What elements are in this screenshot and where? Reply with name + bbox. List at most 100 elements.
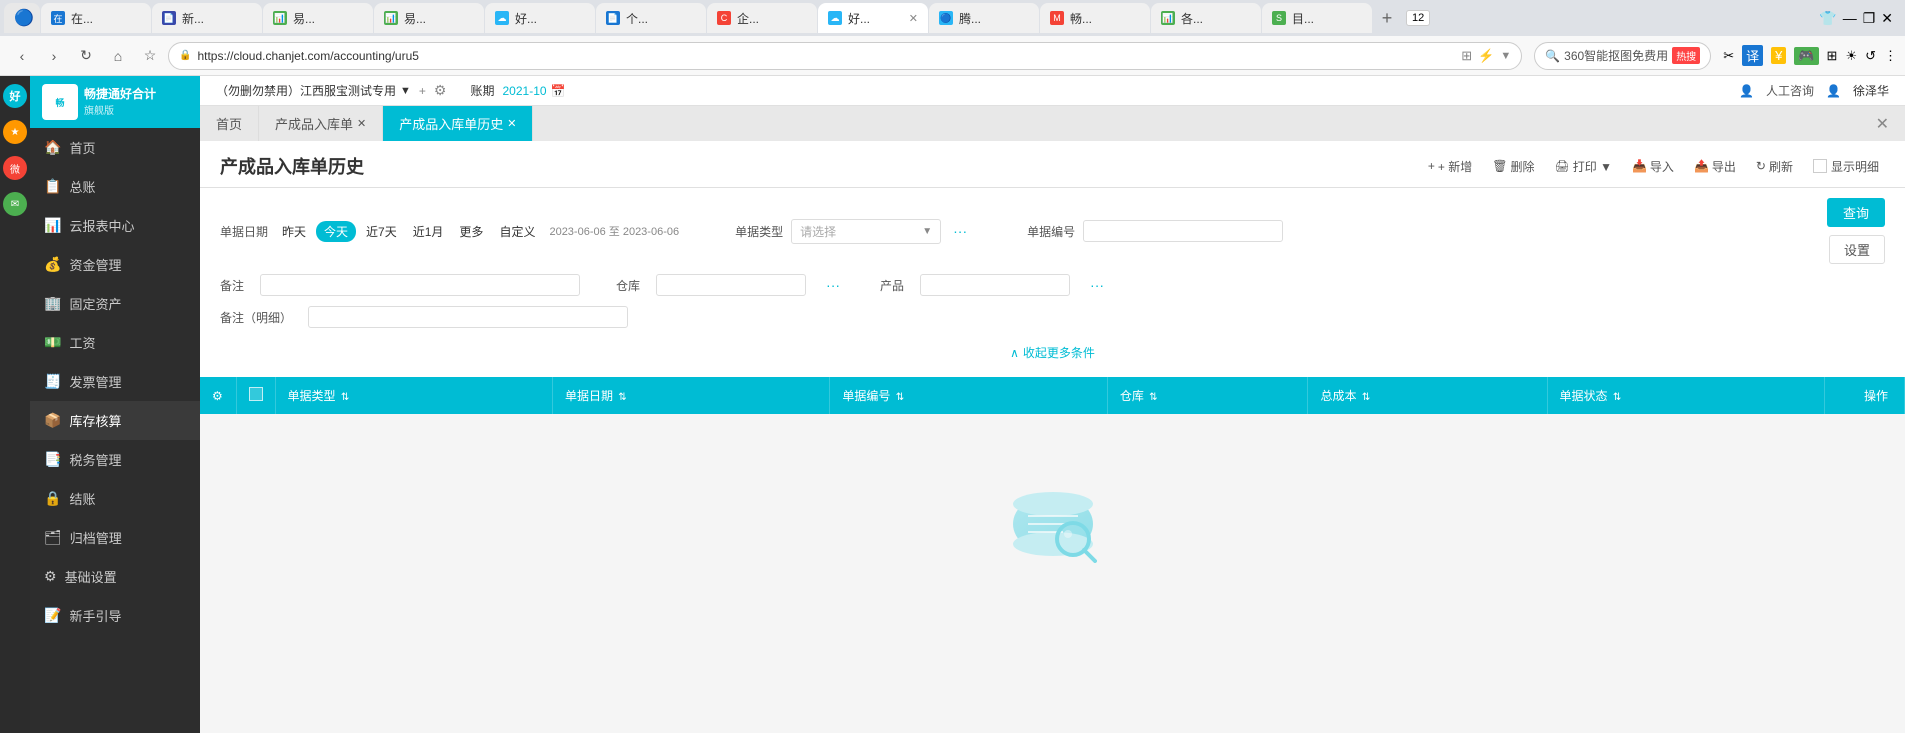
warehouse-filter-input[interactable] (656, 274, 806, 296)
action-show-detail[interactable]: 显示明细 (1807, 155, 1885, 178)
th-settings[interactable]: ⚙ (200, 377, 236, 414)
window-minimize[interactable]: — (1843, 10, 1857, 26)
more-icon[interactable]: ⋮ (1884, 48, 1897, 64)
tab-10[interactable]: M 畅... (1040, 3, 1150, 33)
scissors-icon[interactable]: ✂ (1723, 48, 1734, 64)
tab-4[interactable]: 📊 易... (374, 3, 484, 33)
sidebar-item-inventory[interactable]: 📦 库存核算 (30, 401, 200, 440)
company-selector[interactable]: （勿删勿禁用）江西服宝测试专用 ▼ (216, 82, 411, 99)
sidebar-item-invoice[interactable]: 🧾 发票管理 (30, 362, 200, 401)
action-refresh[interactable]: ↻ 刷新 (1750, 155, 1799, 178)
tab-3[interactable]: 📊 易... (263, 3, 373, 33)
chevron-down-icon[interactable]: ▼ (1500, 50, 1511, 62)
home-button[interactable]: ⌂ (104, 42, 132, 70)
type-filter-select[interactable]: 请选择 ▼ (791, 219, 941, 244)
date-more[interactable]: 更多 (453, 221, 489, 242)
note-filter-input[interactable] (260, 274, 580, 296)
human-service-label[interactable]: 人工咨询 (1766, 82, 1814, 99)
action-add[interactable]: + + 新增 (1422, 155, 1478, 178)
note-detail-filter-input[interactable] (308, 306, 628, 328)
date-custom[interactable]: 自定义 (493, 221, 541, 242)
date-yesterday[interactable]: 昨天 (276, 221, 312, 242)
tab-7[interactable]: C 企... (707, 3, 817, 33)
action-import[interactable]: 📥 导入 (1626, 155, 1680, 178)
checkbox-all[interactable] (249, 387, 263, 401)
tab-2[interactable]: 📄 新... (152, 3, 262, 33)
panel-close-btn[interactable]: ✕ (1860, 114, 1905, 134)
flash-icon[interactable]: ⚡ (1478, 48, 1494, 64)
action-delete[interactable]: 🗑 删除 (1486, 155, 1540, 178)
currency-icon[interactable]: ¥ (1771, 47, 1786, 64)
number-filter-input[interactable] (1083, 220, 1283, 242)
sync-icon[interactable]: ↺ (1865, 48, 1876, 64)
calendar-icon[interactable]: 📅 (551, 84, 566, 98)
grid-icon[interactable]: ⊞ (1461, 48, 1472, 64)
address-bar[interactable]: 🔒 https://cloud.chanjet.com/accounting/u… (168, 42, 1522, 70)
th-checkbox[interactable] (236, 377, 275, 414)
th-status[interactable]: 单据状态 ⇅ (1547, 377, 1824, 414)
tab-12[interactable]: S 目... (1262, 3, 1372, 33)
reload-button[interactable]: ↻ (72, 42, 100, 70)
page-tab-home[interactable]: 首页 (200, 106, 259, 141)
forward-button[interactable]: › (40, 42, 68, 70)
window-close[interactable]: ✕ (1881, 10, 1893, 27)
page-tab-list[interactable]: 产成品入库单 ✕ (259, 106, 383, 141)
app-icon-star[interactable]: ★ (3, 120, 27, 144)
th-number[interactable]: 单据编号 ⇅ (830, 377, 1107, 414)
tab-8-close[interactable]: ✕ (909, 12, 918, 25)
theme-icon[interactable]: ☀ (1845, 48, 1857, 64)
th-type[interactable]: 单据类型 ⇅ (275, 377, 552, 414)
period-selector[interactable]: 账期 2021-10 📅 (470, 82, 565, 99)
checkbox-display-box[interactable] (1813, 159, 1827, 173)
game-icon[interactable]: 🎮 (1794, 47, 1818, 65)
th-date[interactable]: 单据日期 ⇅ (552, 377, 829, 414)
sidebar-item-finance[interactable]: 💰 资金管理 (30, 245, 200, 284)
grid-apps-icon[interactable]: ⊞ (1827, 48, 1838, 64)
th-warehouse[interactable]: 仓库 ⇅ (1107, 377, 1308, 414)
action-export[interactable]: 📤 导出 (1688, 155, 1742, 178)
date-1month[interactable]: 近1月 (407, 221, 450, 242)
tab-count[interactable]: 12 (1406, 10, 1430, 26)
add-company-btn[interactable]: + (419, 84, 426, 98)
sidebar-item-assets[interactable]: 🏢 固定资产 (30, 284, 200, 323)
sidebar-item-settings[interactable]: ⚙ 基础设置 (30, 557, 200, 596)
bookmark-button[interactable]: ☆ (136, 42, 164, 70)
search-bar[interactable]: 🔍 360智能抠图免费用 热搜 (1534, 42, 1711, 70)
warehouse-dots-btn[interactable]: ··· (822, 277, 844, 293)
sidebar-item-tax[interactable]: 📑 税务管理 (30, 440, 200, 479)
sidebar-item-reports[interactable]: 📊 云报表中心 (30, 206, 200, 245)
tab-11[interactable]: 📊 各... (1151, 3, 1261, 33)
browser-back-tab[interactable]: 🔵 (4, 3, 40, 33)
set-button[interactable]: 设置 (1829, 235, 1885, 264)
app-icon-main[interactable]: 好 (3, 84, 27, 108)
date-today[interactable]: 今天 (316, 221, 356, 242)
back-button[interactable]: ‹ (8, 42, 36, 70)
tab-5[interactable]: ☁ 好... (485, 3, 595, 33)
sidebar-item-archive[interactable]: 🗂 归档管理 (30, 518, 200, 557)
product-dots-btn[interactable]: ··· (1086, 277, 1108, 293)
sidebar-item-payroll[interactable]: 💵 工资 (30, 323, 200, 362)
collapse-btn[interactable]: ∧ 收起更多条件 (220, 338, 1885, 367)
settings-col-icon[interactable]: ⚙ (212, 389, 223, 403)
tab-9[interactable]: 🔵 腾... (929, 3, 1039, 33)
tab-6[interactable]: 📄 个... (596, 3, 706, 33)
page-tab-list-close[interactable]: ✕ (357, 117, 366, 130)
page-tab-history-close[interactable]: ✕ (507, 117, 516, 130)
action-print[interactable]: 🖨 打印 ▼ (1549, 155, 1618, 178)
app-icon-weibo[interactable]: 微 (3, 156, 27, 180)
sidebar-item-closing[interactable]: 🔒 结账 (30, 479, 200, 518)
query-button[interactable]: 查询 (1827, 198, 1885, 227)
tab-1[interactable]: 在 在... (41, 3, 151, 33)
type-dots-btn[interactable]: ··· (949, 223, 971, 239)
date-7days[interactable]: 近7天 (360, 221, 403, 242)
sidebar-item-home[interactable]: 🏠 首页 (30, 128, 200, 167)
tab-8[interactable]: ☁ 好... ✕ (818, 3, 928, 33)
th-total-cost[interactable]: 总成本 ⇅ (1308, 377, 1547, 414)
sidebar-item-ledger[interactable]: 📋 总账 (30, 167, 200, 206)
sidebar-item-newbie[interactable]: 📝 新手引导 (30, 596, 200, 635)
product-filter-input[interactable] (920, 274, 1070, 296)
new-tab-button[interactable]: + (1373, 4, 1401, 32)
translate-icon[interactable]: 译 (1742, 45, 1763, 66)
page-tab-history[interactable]: 产成品入库单历史 ✕ (383, 106, 533, 141)
settings-gear-icon[interactable]: ⚙ (434, 82, 447, 99)
